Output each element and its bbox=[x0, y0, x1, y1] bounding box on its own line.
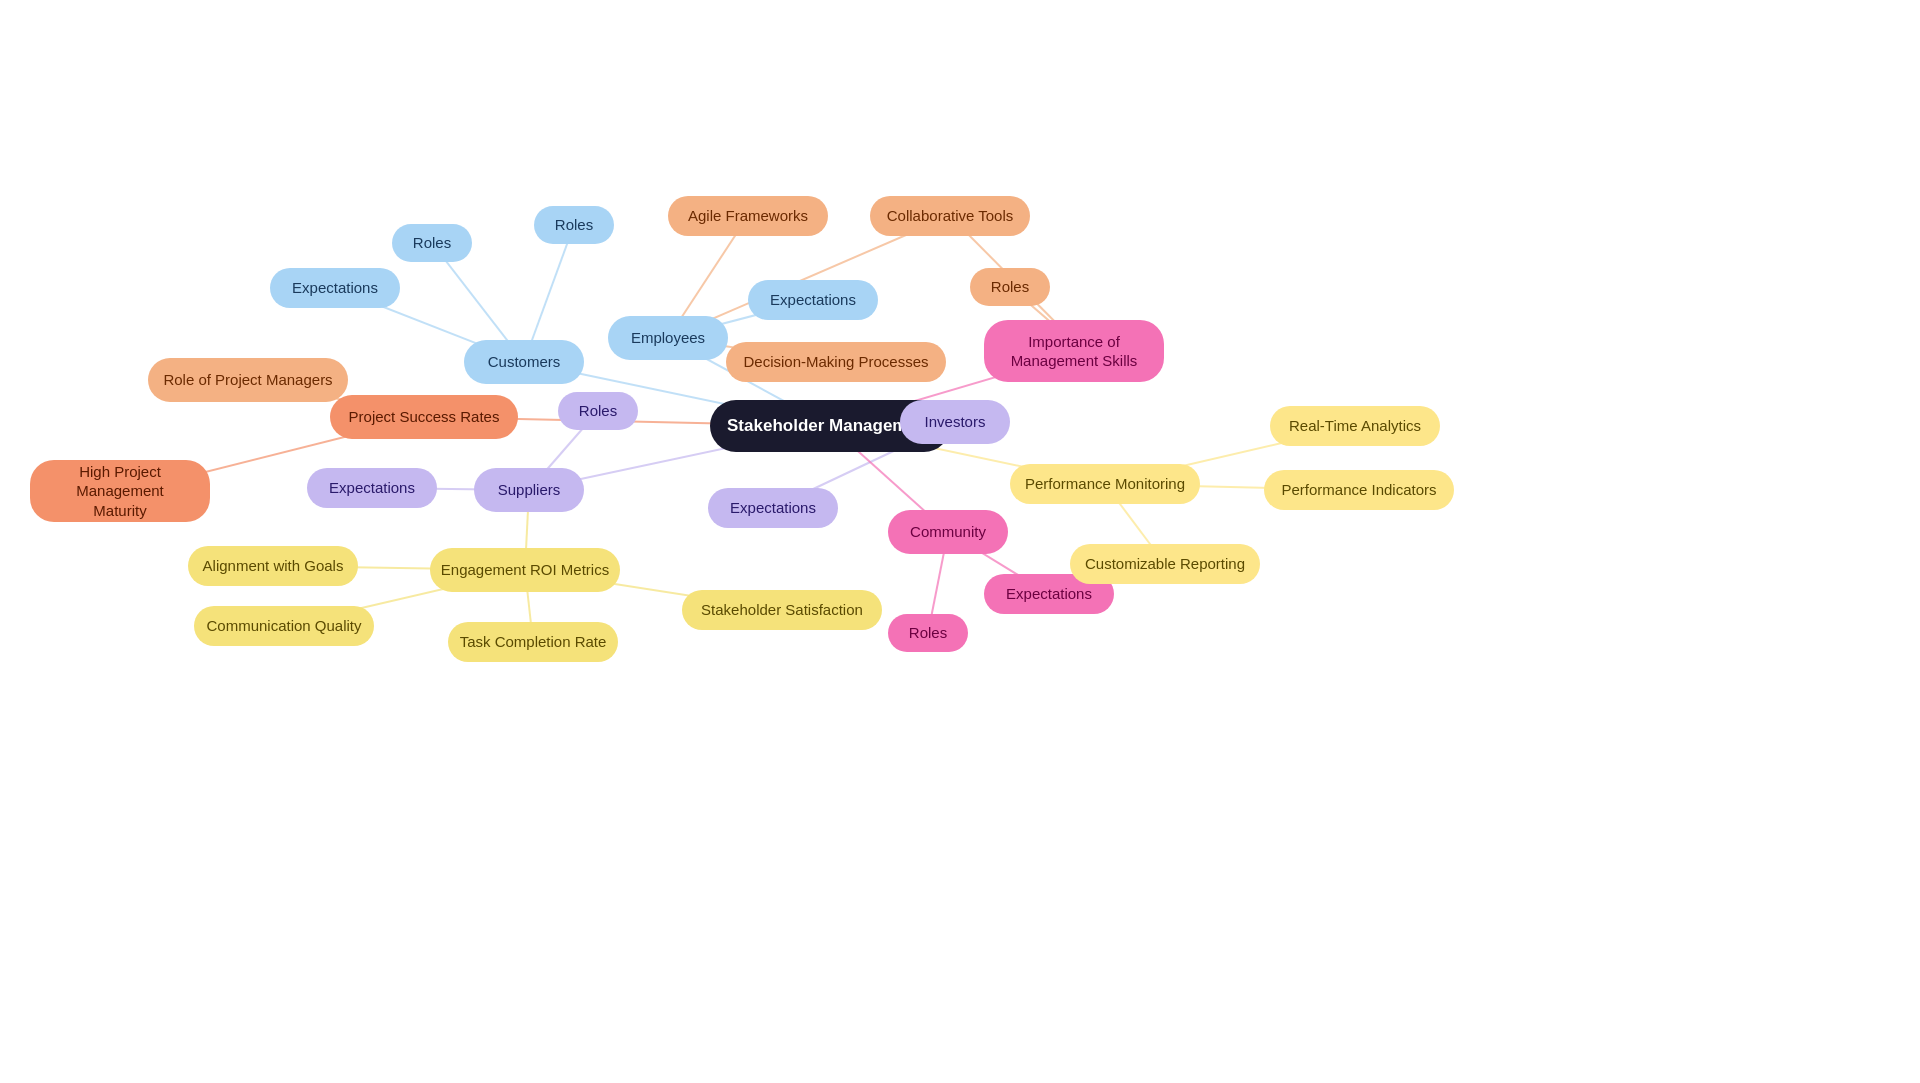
node-project-success[interactable]: Project Success Rates bbox=[330, 395, 518, 439]
node-expectations-sup[interactable]: Expectations bbox=[307, 468, 437, 508]
node-community[interactable]: Community bbox=[888, 510, 1008, 554]
node-investors[interactable]: Investors bbox=[900, 400, 1010, 444]
node-engagement-roi[interactable]: Engagement ROI Metrics bbox=[430, 548, 620, 592]
node-comm-quality[interactable]: Communication Quality bbox=[194, 606, 374, 646]
node-suppliers[interactable]: Suppliers bbox=[474, 468, 584, 512]
node-agile[interactable]: Agile Frameworks bbox=[668, 196, 828, 236]
node-task-completion[interactable]: Task Completion Rate bbox=[448, 622, 618, 662]
node-expectations-emp[interactable]: Expectations bbox=[748, 280, 878, 320]
node-perf-indicators[interactable]: Performance Indicators bbox=[1264, 470, 1454, 510]
node-importance-mgmt[interactable]: Importance of Management Skills bbox=[984, 320, 1164, 382]
node-roles-sup[interactable]: Roles bbox=[558, 392, 638, 430]
mindmap-container: Stakeholder ManagementHigh Project Manag… bbox=[0, 0, 1920, 1083]
node-role-pm[interactable]: Role of Project Managers bbox=[148, 358, 348, 402]
node-high-pm[interactable]: High Project Management Maturity bbox=[30, 460, 210, 522]
node-customizable[interactable]: Customizable Reporting bbox=[1070, 544, 1260, 584]
node-realtime[interactable]: Real-Time Analytics bbox=[1270, 406, 1440, 446]
node-perf-monitoring[interactable]: Performance Monitoring bbox=[1010, 464, 1200, 504]
node-stakeholder-sat[interactable]: Stakeholder Satisfaction bbox=[682, 590, 882, 630]
node-expectations-cust[interactable]: Expectations bbox=[270, 268, 400, 308]
node-alignment[interactable]: Alignment with Goals bbox=[188, 546, 358, 586]
node-expectations-inv[interactable]: Expectations bbox=[708, 488, 838, 528]
node-collab-tools[interactable]: Collaborative Tools bbox=[870, 196, 1030, 236]
node-customers[interactable]: Customers bbox=[464, 340, 584, 384]
node-roles-cust1[interactable]: Roles bbox=[392, 224, 472, 262]
node-decision[interactable]: Decision-Making Processes bbox=[726, 342, 946, 382]
node-roles-cust2[interactable]: Roles bbox=[534, 206, 614, 244]
node-roles-inv[interactable]: Roles bbox=[970, 268, 1050, 306]
node-employees[interactable]: Employees bbox=[608, 316, 728, 360]
node-roles-comm[interactable]: Roles bbox=[888, 614, 968, 652]
